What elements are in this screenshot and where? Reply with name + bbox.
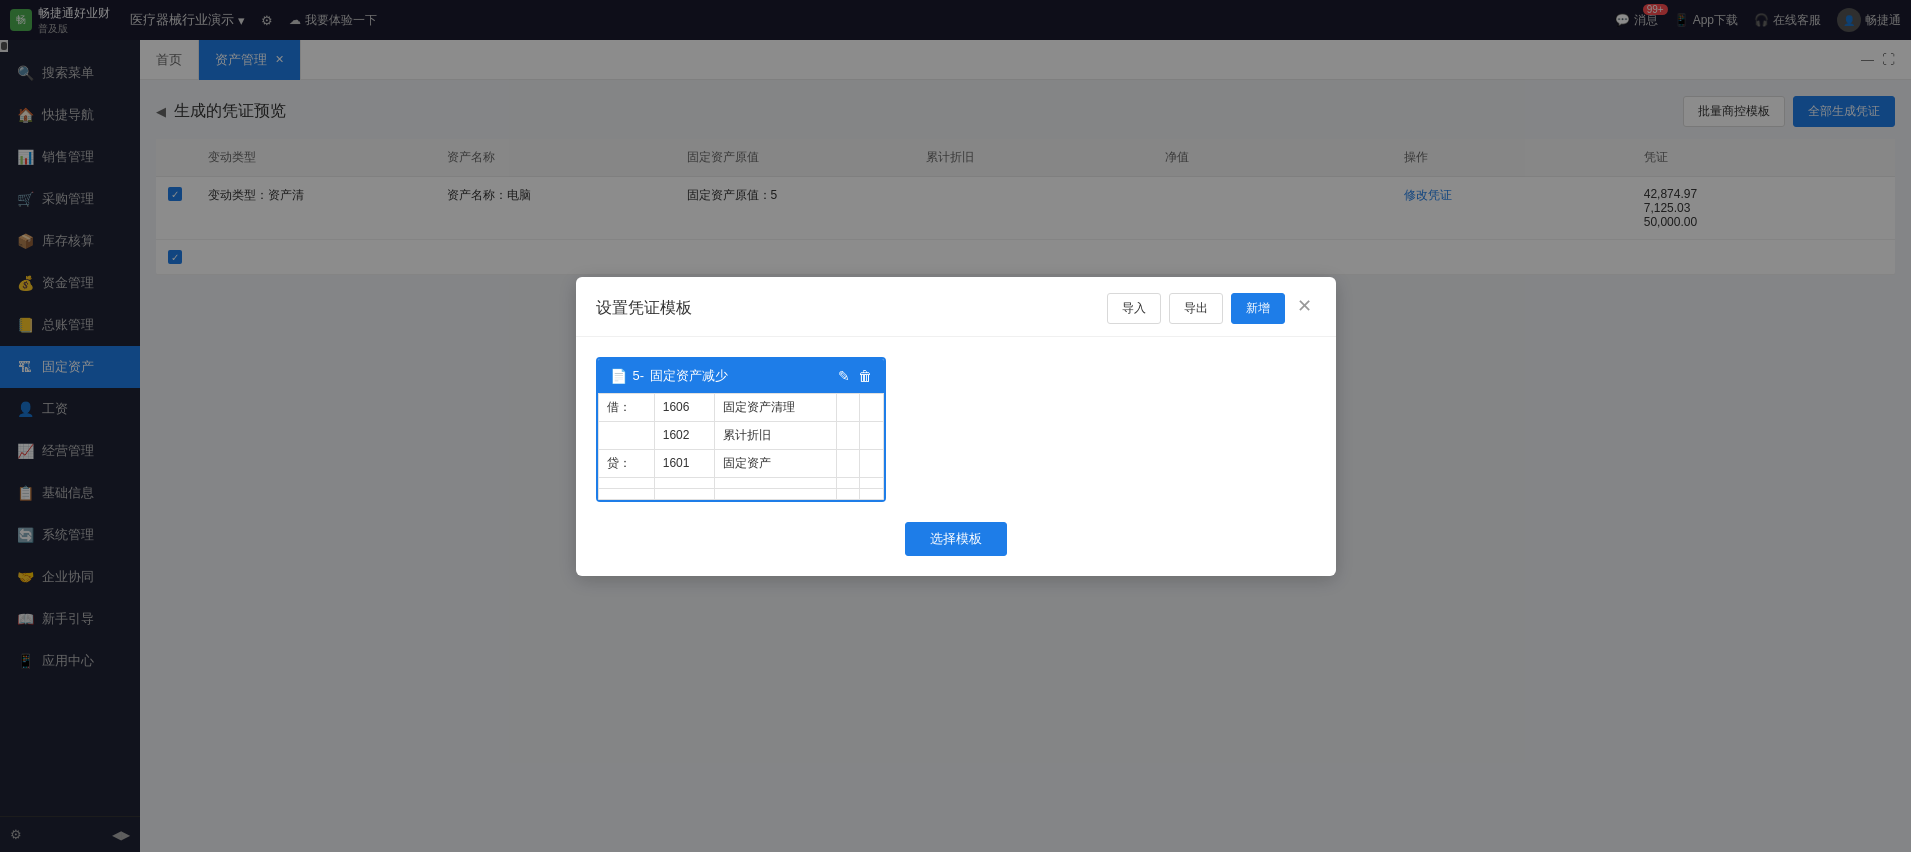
modal-body: 📄 5-固定资产减少 ✎ 🗑 借： 1606 固	[576, 337, 1336, 576]
template-entry-row-1: 借： 1606 固定资产清理	[598, 393, 883, 421]
modal-set-voucher-template: 设置凭证模板 导入 导出 新增 ✕ 📄 5- 固定资产减少 ✎ 🗑	[576, 277, 1336, 576]
template-edit-icon[interactable]: ✎	[838, 368, 850, 384]
template-entry-row-2: 1602 累计折旧	[598, 421, 883, 449]
modal-title: 设置凭证模板	[596, 298, 692, 319]
entry-name-1: 固定资产清理	[714, 393, 836, 421]
template-card-body: 借： 1606 固定资产清理 1602 累计折旧	[598, 393, 884, 500]
template-card-header: 📄 5- 固定资产减少 ✎ 🗑	[598, 359, 884, 393]
entry-amount-col-3	[836, 421, 859, 449]
entry-amount-col-1	[836, 393, 859, 421]
entry-amount-col-2	[860, 393, 883, 421]
modal-header: 设置凭证模板 导入 导出 新增 ✕	[576, 277, 1336, 337]
template-card-title: 📄 5- 固定资产减少	[610, 367, 729, 385]
entry-type-2	[598, 421, 654, 449]
modal-overlay[interactable]: 设置凭证模板 导入 导出 新增 ✕ 📄 5- 固定资产减少 ✎ 🗑	[0, 0, 1911, 852]
template-doc-icon: 📄	[610, 368, 627, 384]
entry-name-2: 累计折旧	[714, 421, 836, 449]
template-card: 📄 5-固定资产减少 ✎ 🗑 借： 1606 固	[596, 357, 886, 502]
entry-code-2: 1602	[654, 421, 714, 449]
entry-type-1: 借：	[598, 393, 654, 421]
import-button[interactable]: 导入	[1107, 293, 1161, 324]
select-template-button[interactable]: 选择模板	[905, 522, 1007, 556]
export-button[interactable]: 导出	[1169, 293, 1223, 324]
template-delete-icon[interactable]: 🗑	[858, 368, 872, 384]
entry-type-3: 贷：	[598, 449, 654, 477]
template-id: 5-	[633, 368, 645, 383]
template-entry-row-4	[598, 477, 883, 488]
entry-amount-col-6	[860, 449, 883, 477]
modal-close-icon[interactable]: ✕	[1293, 293, 1316, 324]
template-entry-row-5	[598, 488, 883, 499]
entry-amount-col-5	[836, 449, 859, 477]
template-card-actions: ✎ 🗑	[838, 368, 872, 384]
entry-amount-col-4	[860, 421, 883, 449]
entry-name-3: 固定资产	[714, 449, 836, 477]
template-entry-row-3: 贷： 1601 固定资产	[598, 449, 883, 477]
new-template-button[interactable]: 新增	[1231, 293, 1285, 324]
entry-code-3: 1601	[654, 449, 714, 477]
entry-code-1: 1606	[654, 393, 714, 421]
template-select-btn-area: 选择模板	[596, 522, 1316, 556]
template-entries-table: 借： 1606 固定资产清理 1602 累计折旧	[598, 393, 884, 500]
template-name: 固定资产减少	[650, 367, 728, 385]
modal-header-actions: 导入 导出 新增 ✕	[1107, 293, 1316, 324]
